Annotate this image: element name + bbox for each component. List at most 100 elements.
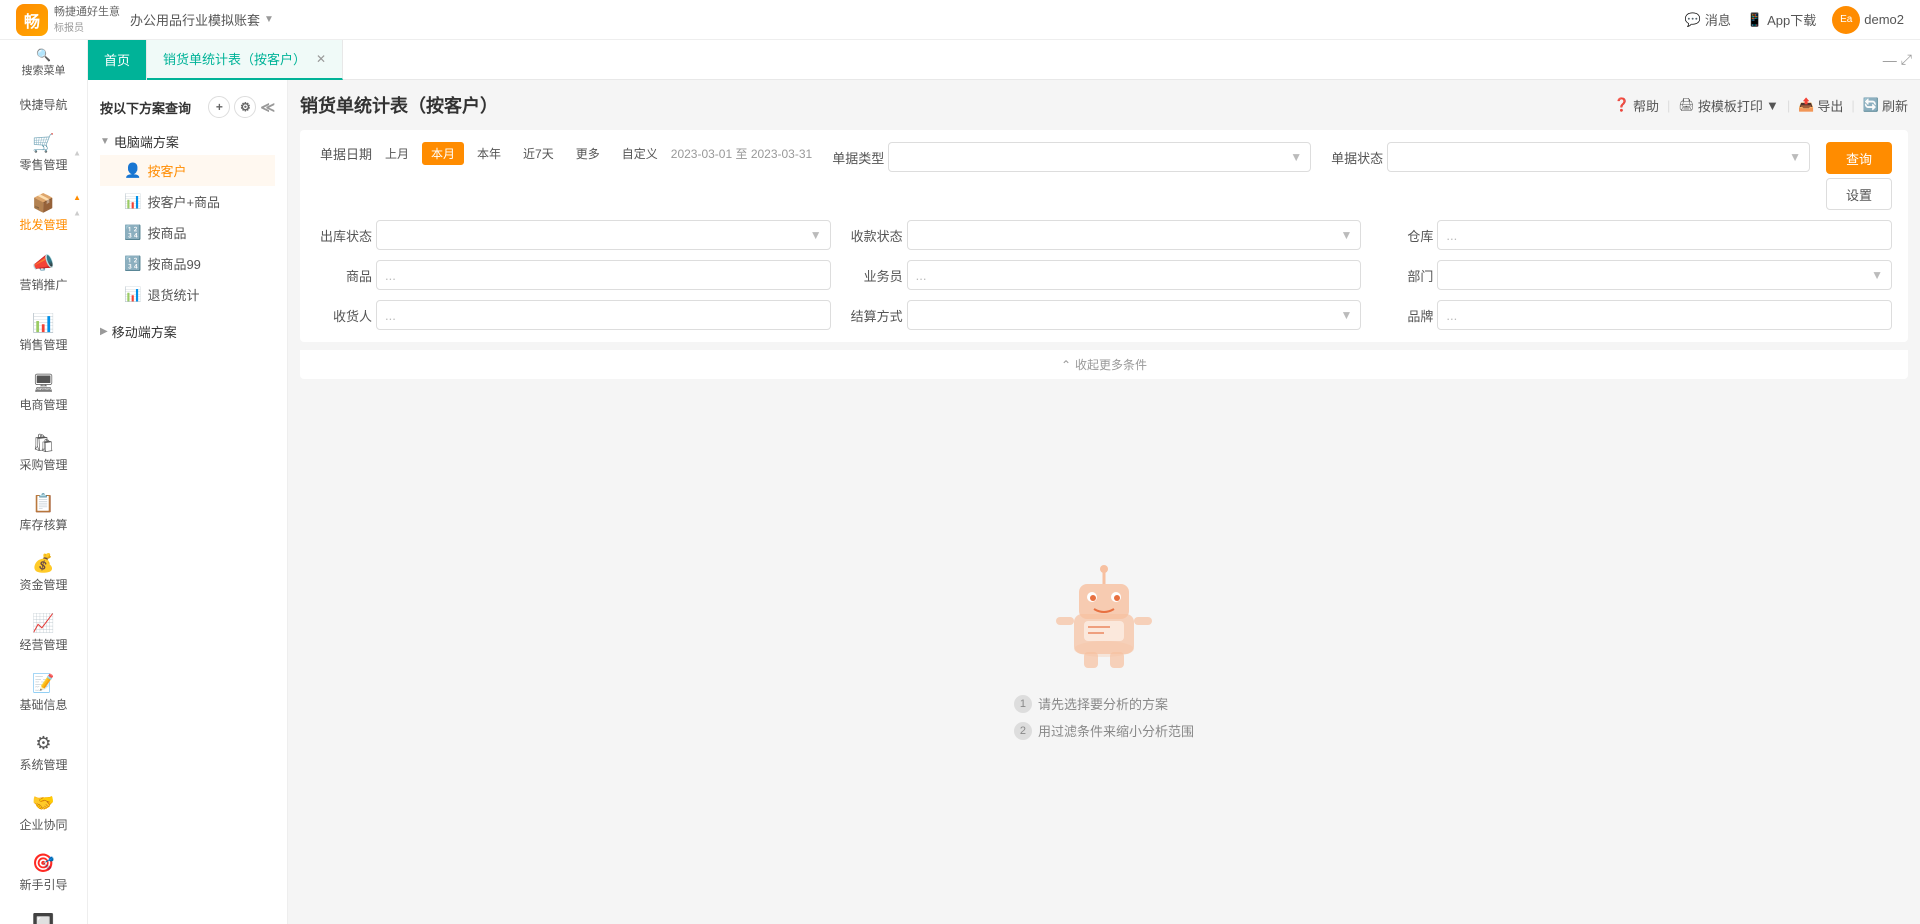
- sidebar-item-sales[interactable]: 📊 销售管理: [0, 303, 87, 363]
- sidebar-quick-nav[interactable]: 快捷导航: [0, 86, 87, 123]
- system-label: 系统管理: [19, 758, 67, 772]
- order-type-input[interactable]: ▼: [888, 142, 1311, 172]
- settings-button[interactable]: 设置: [1826, 178, 1892, 210]
- sidebar-search[interactable]: 🔍 搜索菜单: [0, 40, 87, 86]
- payment-input[interactable]: ▼: [907, 300, 1362, 330]
- sidebar-item-retail[interactable]: 🛒 零售管理: [0, 123, 87, 183]
- date-btn-7days[interactable]: 近7天: [514, 142, 563, 165]
- scheme-add-button[interactable]: +: [208, 96, 230, 118]
- sidebar-item-newbie[interactable]: 🎯 新手引导: [0, 843, 87, 903]
- avatar-initials: Ea: [1840, 14, 1852, 25]
- refresh-button[interactable]: 🔄 刷新: [1863, 96, 1908, 115]
- order-status-group: 单据状态 ▼: [1327, 142, 1810, 172]
- sidebar-item-wholesale[interactable]: 📦 批发管理 ▲: [0, 183, 87, 243]
- app-download-button[interactable]: 📱 App下载: [1747, 10, 1816, 29]
- tip-text-1: 请先选择要分析的方案: [1038, 694, 1168, 713]
- scheme-collapse-button[interactable]: ≪: [260, 99, 275, 116]
- user-avatar-area[interactable]: Ea demo2: [1832, 6, 1904, 34]
- scheme-settings-button[interactable]: ⚙: [234, 96, 256, 118]
- date-btn-last-month[interactable]: 上月: [376, 142, 418, 165]
- tab-minimize-icon[interactable]: —: [1883, 52, 1897, 68]
- product-input[interactable]: ...: [376, 260, 831, 290]
- category-arrow-icon: ▼: [100, 136, 110, 147]
- basic-label: 基础信息: [19, 698, 67, 712]
- filter-row-3: 商品 ... 业务员 ...: [316, 260, 1892, 290]
- sidebar-item-finance[interactable]: 💰 资金管理: [0, 543, 87, 603]
- template-print-button[interactable]: 🖨 按模板打印 ▼: [1678, 96, 1778, 115]
- wholesale-label: 批发管理: [19, 218, 67, 232]
- sidebar: 🔍 搜索菜单 快捷导航 🛒 零售管理 📦 批发管理 ▲ 📣 营销推广 📊: [0, 40, 88, 924]
- tab-home[interactable]: 首页: [88, 40, 147, 80]
- scheme-item-return-stats[interactable]: 📊 退货统计: [100, 279, 275, 310]
- dept-label: 部门: [1377, 266, 1433, 285]
- payment-group: 结算方式 ▼: [847, 300, 1362, 330]
- scheme-item-by-customer-product[interactable]: 📊 按客户+商品: [100, 186, 275, 217]
- scheme-category-desktop: ▼ 电脑端方案 👤 按客户 📊 按客户+商品 🔢: [88, 124, 287, 314]
- dept-arrow-icon: ▼: [1871, 268, 1883, 282]
- by-customer-icon: 👤: [124, 162, 141, 179]
- filter-row-4: 收货人 ... 结算方式 ▼: [316, 300, 1892, 330]
- by-customer-product-label: 按客户+商品: [147, 192, 220, 211]
- sidebar-item-appcenter[interactable]: 🔲 应用中心: [0, 903, 87, 924]
- consignee-input[interactable]: ...: [376, 300, 831, 330]
- export-button[interactable]: 📤 导出: [1798, 96, 1843, 115]
- app-header: 畅 畅捷通好生意 标报员 办公用品行业模拟账套 ▼ 💬 消息 📱 App下载: [0, 0, 1920, 40]
- receipt-status-input[interactable]: ▼: [907, 220, 1362, 250]
- scheme-item-by-customer[interactable]: 👤 按客户: [100, 155, 275, 186]
- out-status-arrow-icon: ▼: [810, 228, 822, 242]
- message-button[interactable]: 💬 消息: [1685, 10, 1731, 29]
- order-status-input[interactable]: ▼: [1387, 142, 1810, 172]
- tab-home-label: 首页: [104, 50, 130, 69]
- warehouse-input[interactable]: ...: [1437, 220, 1892, 250]
- sidebar-item-purchase[interactable]: 🛍 采购管理: [0, 423, 87, 483]
- scheme-category-desktop-header[interactable]: ▼ 电脑端方案: [100, 128, 275, 155]
- by-product-label: 按商品: [147, 223, 186, 242]
- sidebar-item-basic[interactable]: 📝 基础信息: [0, 663, 87, 723]
- scheme-item-by-product[interactable]: 🔢 按商品: [100, 217, 275, 248]
- help-label: 帮助: [1633, 96, 1659, 115]
- collapse-bar[interactable]: ⌃ 收起更多条件: [300, 350, 1908, 379]
- tab-sales-stats[interactable]: 销货单统计表（按客户） ✕: [147, 40, 343, 80]
- query-button[interactable]: 查询: [1826, 142, 1892, 174]
- print-arrow-icon: ▼: [1766, 98, 1779, 113]
- wholesale-icon: 📦: [4, 193, 83, 214]
- empty-illustration: [1044, 559, 1164, 682]
- inventory-label: 库存核算: [19, 518, 67, 532]
- date-btn-more[interactable]: 更多: [567, 142, 609, 165]
- sidebar-item-marketing[interactable]: 📣 营销推广: [0, 243, 87, 303]
- scheme-category-mobile-header[interactable]: ▶ 移动端方案: [100, 318, 275, 345]
- sidebar-item-cooperation[interactable]: 🤝 企业协同: [0, 783, 87, 843]
- order-status-label: 单据状态: [1327, 148, 1383, 167]
- purchase-icon: 🛍: [4, 433, 83, 454]
- salesperson-input[interactable]: ...: [907, 260, 1362, 290]
- scheme-panel-title: 按以下方案查询: [100, 98, 191, 117]
- date-btn-this-year[interactable]: 本年: [468, 142, 510, 165]
- receipt-status-group: 收款状态 ▼: [847, 220, 1362, 250]
- sidebar-item-inventory[interactable]: 📋 库存核算: [0, 483, 87, 543]
- refresh-icon: 🔄: [1863, 97, 1879, 113]
- scheme-panel: 按以下方案查询 + ⚙ ≪ ▼ 电脑端方案: [88, 80, 288, 924]
- refresh-label: 刷新: [1882, 96, 1908, 115]
- mobile-arrow-icon: ▶: [100, 326, 108, 337]
- system-icon: ⚙: [4, 733, 83, 754]
- by-customer-label: 按客户: [147, 161, 186, 180]
- user-avatar: Ea: [1832, 6, 1860, 34]
- dept-input[interactable]: ▼: [1437, 260, 1892, 290]
- date-btn-this-month[interactable]: 本月: [422, 142, 464, 165]
- help-button[interactable]: ❓ 帮助: [1614, 96, 1659, 115]
- workspace-selector[interactable]: 办公用品行业模拟账套 ▼: [130, 10, 274, 29]
- brand-input[interactable]: ...: [1437, 300, 1892, 330]
- tab-maximize-icon[interactable]: ⤢: [1901, 51, 1912, 68]
- template-print-label: 按模板打印: [1698, 96, 1763, 115]
- sidebar-item-ecommerce[interactable]: 🖥 电商管理: [0, 363, 87, 423]
- appcenter-icon: 🔲: [4, 913, 83, 924]
- by-customer-product-icon: 📊: [124, 193, 141, 210]
- by-product-99-icon: 🔢: [124, 255, 141, 272]
- tab-close-icon[interactable]: ✕: [316, 52, 326, 66]
- sidebar-item-operations[interactable]: 📈 经营管理: [0, 603, 87, 663]
- sidebar-item-system[interactable]: ⚙ 系统管理: [0, 723, 87, 783]
- warehouse-label: 仓库: [1377, 226, 1433, 245]
- date-btn-custom[interactable]: 自定义: [613, 142, 667, 165]
- scheme-item-by-product-99[interactable]: 🔢 按商品99: [100, 248, 275, 279]
- out-status-input[interactable]: ▼: [376, 220, 831, 250]
